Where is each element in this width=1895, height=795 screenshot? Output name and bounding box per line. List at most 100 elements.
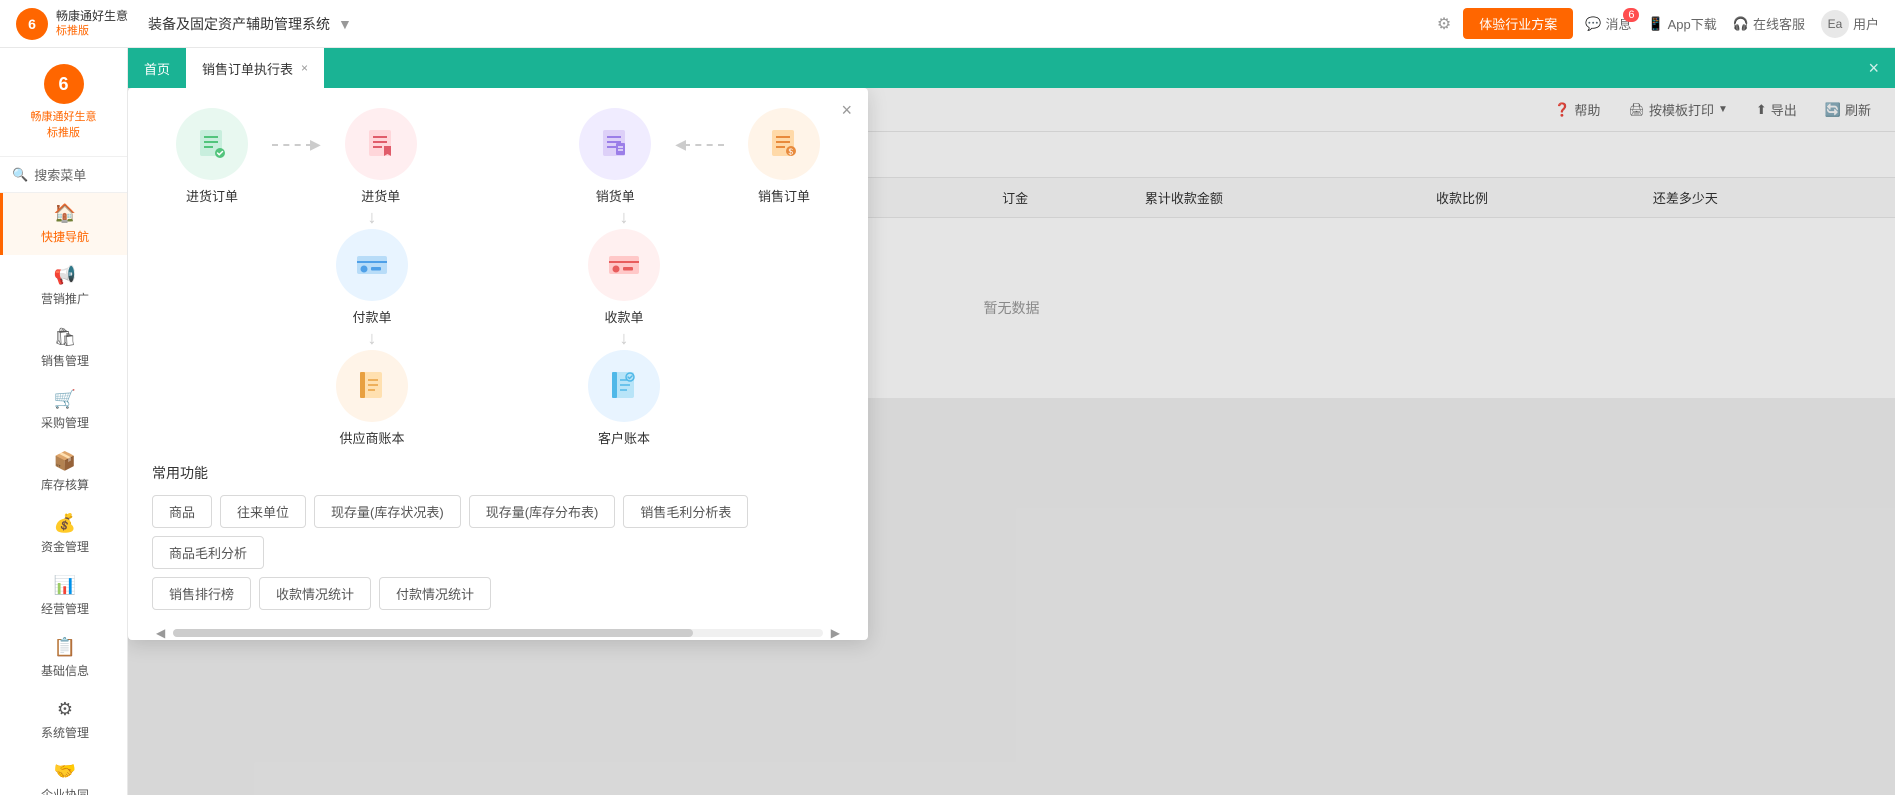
supplier-ledger-flow-node[interactable]: 供应商账本: [336, 350, 408, 447]
func-btn-contacts[interactable]: 往来单位: [220, 495, 306, 528]
logo-subtext: 畅康通好生意: [56, 9, 128, 25]
purchase-slip-flow-label: 进货单: [361, 186, 400, 205]
arrow-down-supplier: ↓: [368, 326, 377, 350]
sidebar-item-sales[interactable]: 🛍 销售管理: [0, 317, 127, 379]
app-logo-icon: 6: [16, 8, 48, 40]
sales-slip-circle: [579, 108, 651, 180]
sidebar-label-marketing: 营销推广: [41, 290, 89, 307]
func-btn-product-profit[interactable]: 商品毛利分析: [152, 536, 264, 569]
sidebar-item-inventory[interactable]: 📦 库存核算: [0, 441, 127, 503]
search-menu-btn[interactable]: 🔍 搜索菜单: [0, 157, 127, 193]
common-functions: 常用功能 商品 往来单位 现存量(库存状况表) 现存量(库存分布表) 销售毛利分…: [152, 463, 844, 610]
sales-order-flow-node[interactable]: $ 销售订单: [724, 108, 844, 205]
quick-nav-icon: 🏠: [54, 203, 76, 224]
base-info-icon: 📋: [54, 637, 76, 658]
app-download-label: App下载: [1668, 14, 1717, 33]
sales-order-circle: $: [748, 108, 820, 180]
purchase-order-circle: [176, 108, 248, 180]
message-icon: 💬: [1585, 16, 1601, 32]
inventory-icon: 📦: [54, 451, 76, 472]
online-service-btn[interactable]: 🎧 在线客服: [1733, 14, 1805, 33]
sidebar-label-operations: 经营管理: [41, 600, 89, 617]
sales-slip-flow-node[interactable]: 销货单: [555, 108, 675, 205]
sidebar-label-inventory: 库存核算: [41, 476, 89, 493]
search-icon: 🔍: [12, 167, 28, 183]
purchase-order-flow-label: 进货订单: [186, 186, 238, 205]
func-btn-inventory-dist[interactable]: 现存量(库存分布表): [469, 495, 616, 528]
receipt-col: ↓ 收款单 ↓ 客户账本: [564, 205, 684, 447]
sidebar-item-base-info[interactable]: 📋 基础信息: [0, 627, 127, 689]
avatar: Ea: [1821, 10, 1849, 38]
phone-icon: 📱: [1647, 16, 1663, 32]
tab-close-btn[interactable]: ×: [301, 61, 308, 75]
app-download-btn[interactable]: 📱 App下载: [1647, 14, 1716, 33]
user-area[interactable]: Ea 用户: [1821, 10, 1879, 38]
online-service-label: 在线客服: [1753, 14, 1805, 33]
sidebar-item-enterprise[interactable]: 🤝 企业协同: [0, 751, 127, 795]
purchase-order-flow-node[interactable]: 进货订单: [152, 108, 272, 205]
customer-ledger-flow-label: 客户账本: [598, 428, 650, 447]
sidebar-item-system[interactable]: ⚙ 系统管理: [0, 689, 127, 751]
svg-text:$: $: [789, 148, 794, 157]
sidebar-label-finance: 资金管理: [41, 538, 89, 555]
sidebar-logo-area: 6 畅康通好生意 标推版: [0, 48, 127, 157]
app-container: 6 畅康通好生意 标推版 装备及固定资产辅助管理系统 ▼ ⚙ 体验行业方案 💬 …: [0, 0, 1895, 795]
search-menu-label: 搜索菜单: [34, 165, 86, 184]
settings-icon[interactable]: ⚙: [1437, 14, 1451, 34]
tab-home-label: 首页: [144, 59, 170, 78]
modal-close-btn[interactable]: ×: [841, 100, 852, 121]
func-btn-product[interactable]: 商品: [152, 495, 212, 528]
sidebar-logo-subtitle: 标推版: [47, 124, 80, 140]
service-icon: 🎧: [1733, 16, 1749, 32]
flow-arrow-2: ◀: [675, 136, 724, 177]
sidebar-label-purchase: 采购管理: [41, 414, 89, 431]
top-bar: 6 畅康通好生意 标推版 装备及固定资产辅助管理系统 ▼ ⚙ 体验行业方案 💬 …: [0, 0, 1895, 48]
arrow-down-customer: ↓: [620, 326, 629, 350]
content-area: 首页 销售订单执行表 × × ❓ 帮助: [128, 48, 1895, 795]
main-area: 6 畅康通好生意 标推版 🔍 搜索菜单 🏠 快捷导航 📢 营销推广 🛍 销售管理: [0, 48, 1895, 795]
system-title-text: 装备及固定资产辅助管理系统: [148, 14, 330, 34]
sidebar-label-enterprise: 企业协同: [41, 786, 89, 795]
sidebar-item-marketing[interactable]: 📢 营销推广: [0, 255, 127, 317]
arrow-down-payment: ↓: [368, 205, 377, 229]
tab-bar-close-all[interactable]: ×: [1868, 58, 1895, 79]
sidebar: 6 畅康通好生意 标推版 🔍 搜索菜单 🏠 快捷导航 📢 营销推广 🛍 销售管理: [0, 48, 128, 795]
tab-bar: 首页 销售订单执行表 × ×: [128, 48, 1895, 88]
sidebar-logo-icon: 6: [44, 64, 84, 104]
payment-slip-flow-node[interactable]: 付款单: [336, 229, 408, 326]
func-btn-inventory-status[interactable]: 现存量(库存状况表): [314, 495, 461, 528]
scrollbar-thumb: [173, 629, 693, 637]
customer-ledger-flow-node[interactable]: 客户账本: [588, 350, 660, 447]
func-btn-expense-stats[interactable]: 付款情况统计: [379, 577, 491, 610]
flow-top-row: 进货订单 ▶ 进货单: [152, 108, 844, 205]
purchase-slip-flow-node[interactable]: 进货单: [321, 108, 441, 205]
func-btn-sales-profit[interactable]: 销售毛利分析表: [623, 495, 748, 528]
scroll-right-btn[interactable]: ▶: [827, 626, 844, 640]
receipt-slip-flow-node[interactable]: 收款单: [588, 229, 660, 326]
payment-slip-circle: [336, 229, 408, 301]
message-btn[interactable]: 💬 消息 6: [1585, 14, 1631, 33]
receipt-slip-flow-label: 收款单: [604, 307, 643, 326]
sidebar-logo-subtext: 畅康通好生意: [31, 108, 97, 124]
modal-scrollbar: ◀ ▶: [152, 626, 844, 640]
sidebar-item-finance[interactable]: 💰 资金管理: [0, 503, 127, 565]
payment-slip-flow-label: 付款单: [352, 307, 391, 326]
tab-sales-order[interactable]: 销售订单执行表 ×: [186, 48, 324, 88]
tab-home[interactable]: 首页: [128, 48, 186, 88]
func-btn-payment-stats[interactable]: 收款情况统计: [259, 577, 371, 610]
receipt-slip-circle: [588, 229, 660, 301]
sidebar-item-operations[interactable]: 📊 经营管理: [0, 565, 127, 627]
sidebar-label-system: 系统管理: [41, 724, 89, 741]
common-functions-title: 常用功能: [152, 463, 844, 483]
scroll-left-btn[interactable]: ◀: [152, 626, 169, 640]
func-btn-sales-ranking[interactable]: 销售排行榜: [152, 577, 251, 610]
trial-btn[interactable]: 体验行业方案: [1463, 8, 1573, 39]
function-buttons-row-2: 销售排行榜 收款情况统计 付款情况统计: [152, 577, 844, 610]
flow-arrow-1: ▶: [272, 136, 321, 177]
sidebar-item-quick-nav[interactable]: 🏠 快捷导航: [0, 193, 127, 255]
sales-slip-flow-label: 销货单: [596, 186, 635, 205]
sidebar-item-purchase[interactable]: 🛒 采购管理: [0, 379, 127, 441]
scrollbar-track[interactable]: [173, 629, 823, 637]
close-all-icon[interactable]: ×: [1868, 58, 1879, 78]
supplier-ledger-circle: [336, 350, 408, 422]
